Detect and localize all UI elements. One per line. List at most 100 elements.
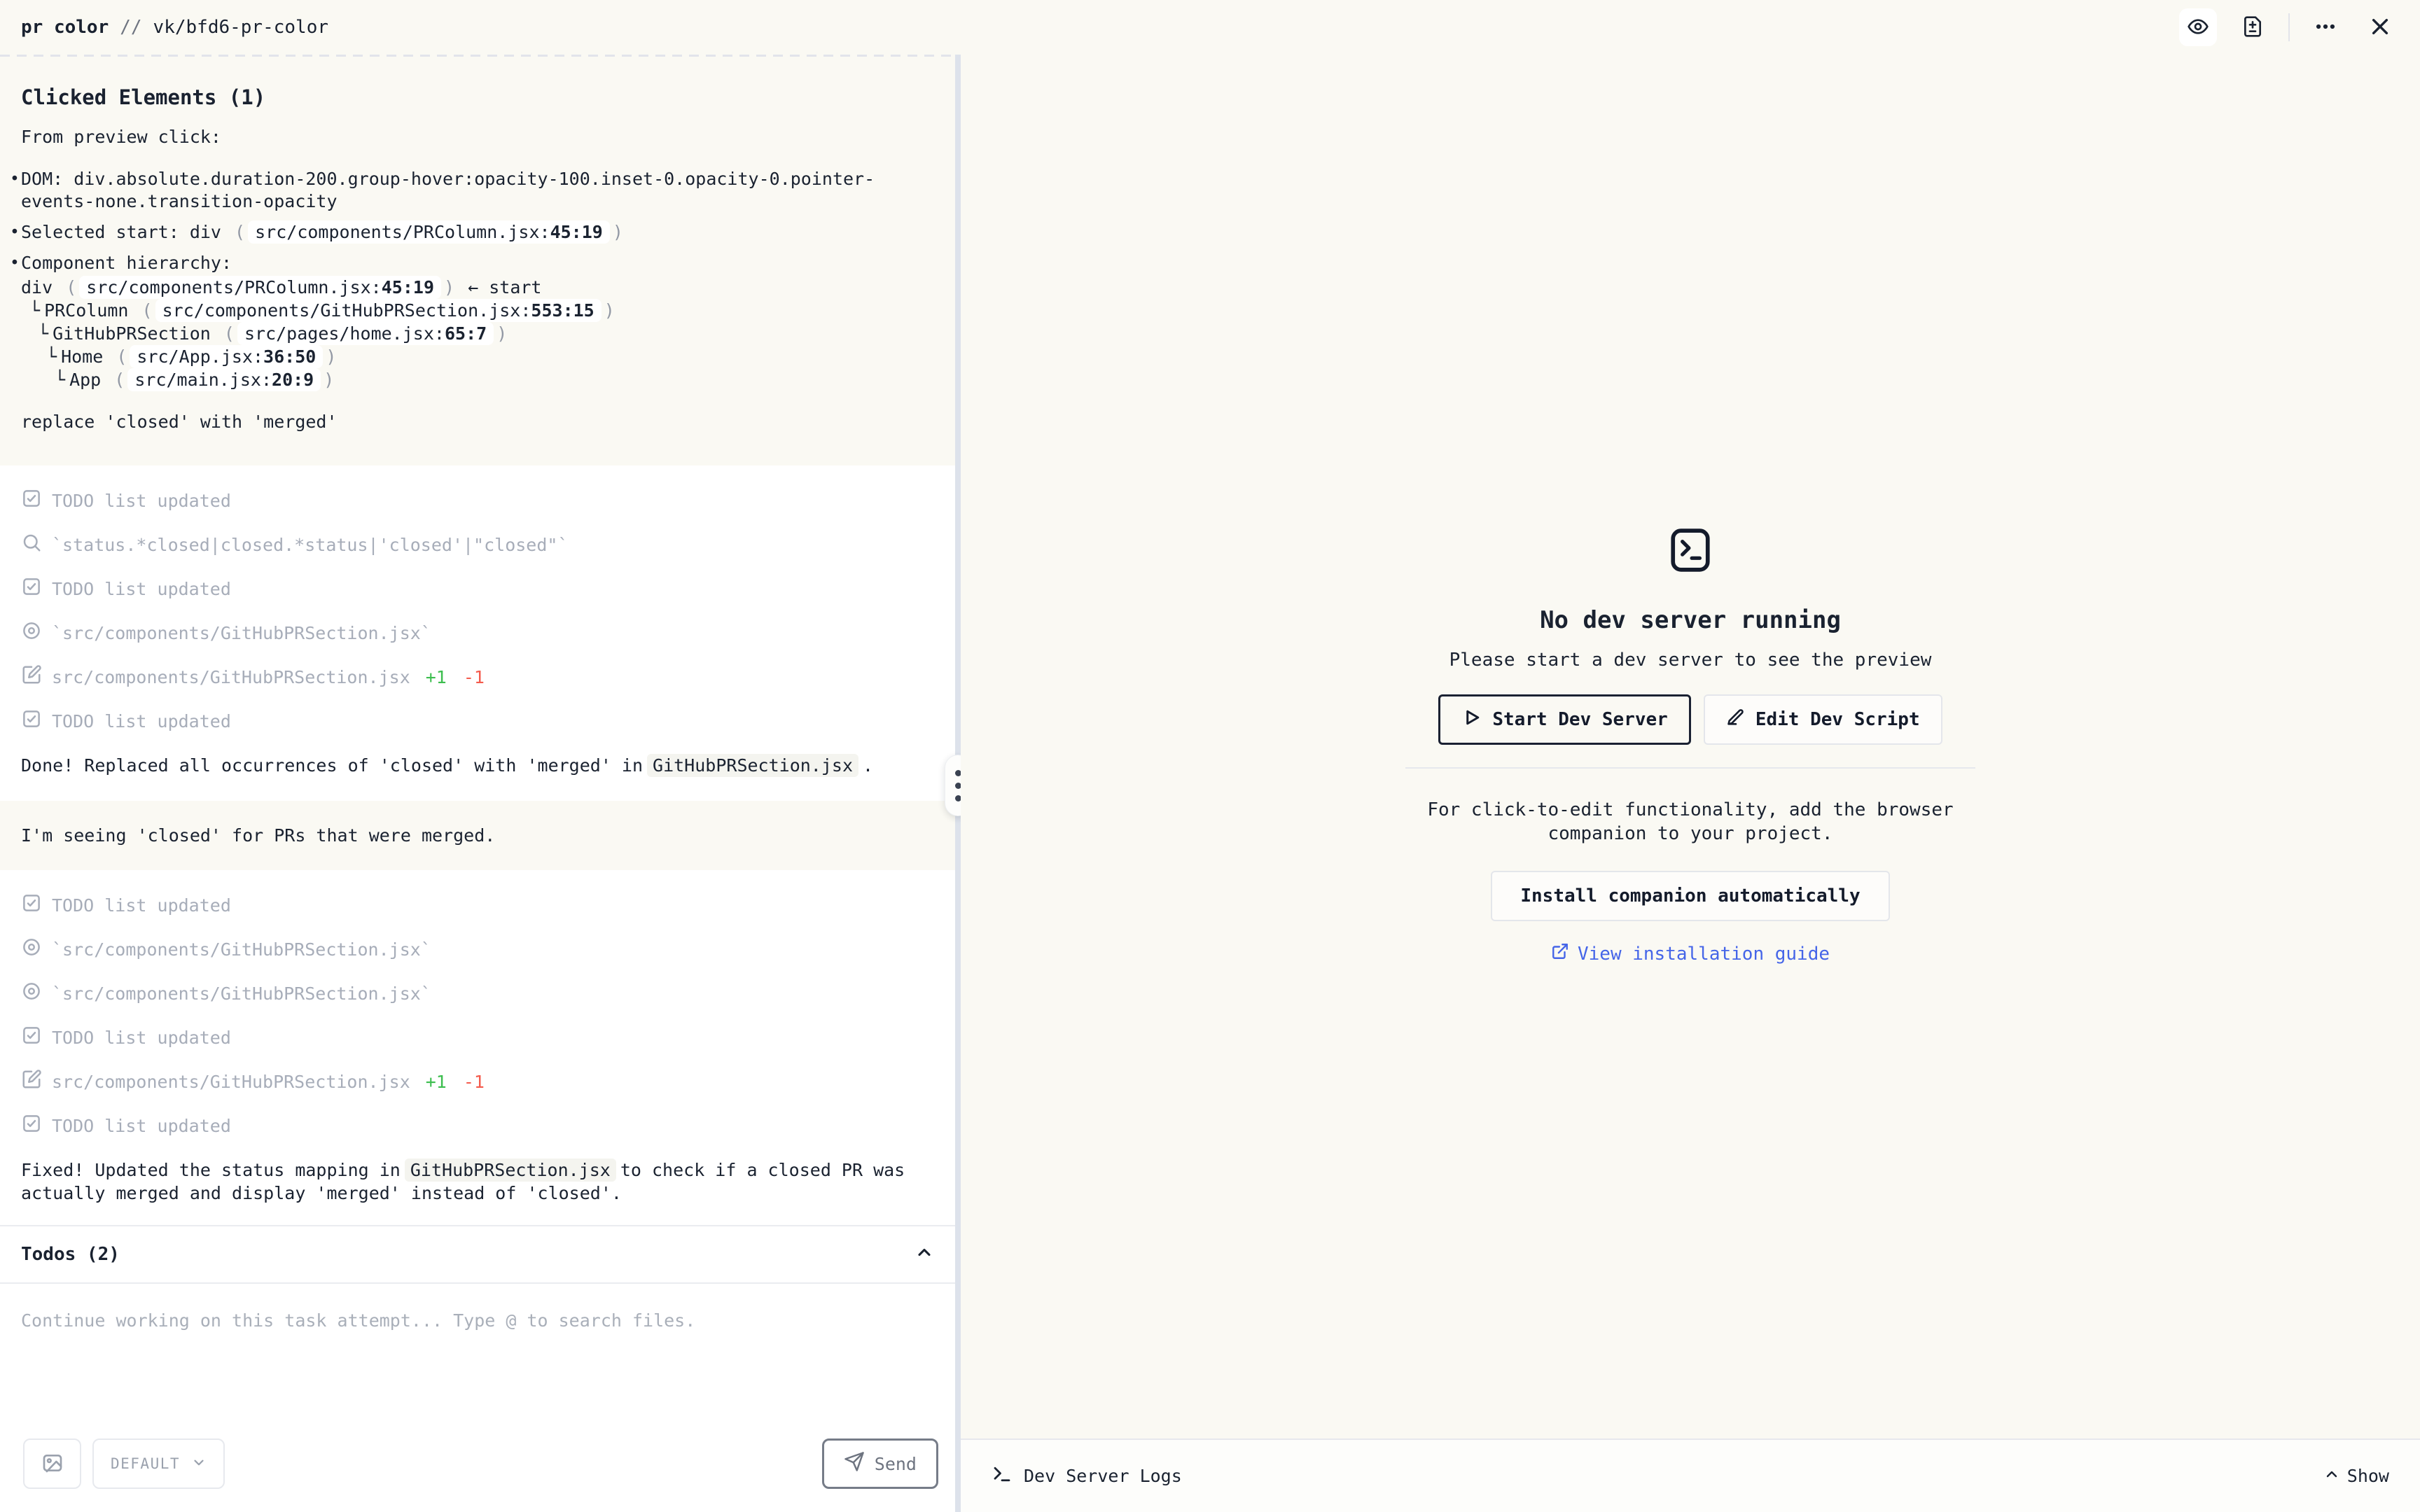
model-selector[interactable]: DEFAULT (92, 1438, 225, 1489)
open-paren: ( (235, 222, 246, 242)
edit-pencil-icon (21, 1069, 42, 1094)
assistant-reply: Done! Replaced all occurrences of 'close… (21, 754, 934, 777)
file-path-chip[interactable]: src/components/PRColumn.jsx:45:19 (79, 276, 441, 299)
file-path: src/App.jsx (137, 346, 253, 367)
terminal-icon (1670, 528, 1711, 577)
top-bar: pr color // vk/bfd6-pr-color (0, 0, 2420, 57)
todo-updated-row[interactable]: TODO list updated (21, 489, 934, 512)
dom-selector-text: DOM: div.absolute.duration-200.group-hov… (21, 169, 875, 211)
clicked-elements-list: DOM: div.absolute.duration-200.group-hov… (10, 168, 934, 391)
file-read-row[interactable]: `src/components/GitHubPRSection.jsx` (21, 622, 934, 644)
composer-input[interactable] (21, 1310, 934, 1401)
dev-server-logs-label: Dev Server Logs (1024, 1466, 1182, 1486)
no-dev-server-state: No dev server running Please start a dev… (1405, 528, 1975, 965)
file-path-chip[interactable]: src/main.jsx:20:9 (127, 368, 321, 391)
chevron-up-icon (915, 1242, 934, 1266)
todo-updated-row[interactable]: TODO list updated (21, 1114, 934, 1137)
more-menu-button[interactable] (2307, 8, 2344, 46)
tree-branch-glyph: └ (46, 346, 57, 367)
dev-server-logs-bar: Dev Server Logs Show (961, 1438, 2420, 1512)
installation-guide-link[interactable]: View installation guide (1551, 942, 1830, 965)
diff-added-count: +1 (425, 666, 447, 687)
todo-updated-row[interactable]: TODO list updated (21, 894, 934, 916)
panel-divider[interactable] (945, 55, 971, 1512)
model-name: DEFAULT (111, 1455, 181, 1472)
toolbar-divider (2288, 13, 2290, 41)
grep-search-row[interactable]: `status.*closed|closed.*status|'closed'|… (21, 533, 934, 556)
close-button[interactable] (2361, 8, 2399, 46)
edit-pencil-icon (21, 664, 42, 690)
show-logs-button[interactable]: Show (2323, 1466, 2389, 1487)
ellipsis-icon (2314, 15, 2337, 41)
file-path-chip[interactable]: src/pages/home.jsx:65:7 (237, 322, 494, 345)
chevron-up-icon (2323, 1466, 2340, 1487)
close-paren: ) (324, 370, 335, 390)
component-name: Home (61, 346, 104, 367)
event-text: TODO list updated (52, 1027, 231, 1048)
file-path-chip[interactable]: src/components/GitHubPRSection.jsx:553:1… (155, 299, 601, 322)
tree-row: div (src/components/PRColumn.jsx:45:19) … (21, 276, 934, 299)
install-companion-button[interactable]: Install companion automatically (1491, 871, 1890, 921)
event-text: TODO list updated (52, 490, 231, 511)
todo-updated-row[interactable]: TODO list updated (21, 578, 934, 600)
file-path: src/components/PRColumn.jsx (86, 277, 371, 298)
app-window: pr color // vk/bfd6-pr-color Clicked Ele… (0, 0, 2420, 1512)
edit-dev-script-button[interactable]: Edit Dev Script (1703, 694, 1942, 745)
event-text: `src/components/GitHubPRSection.jsx` (52, 983, 431, 1004)
component-name: div (21, 277, 53, 298)
diff-view-button[interactable] (2234, 8, 2272, 46)
read-target-icon (21, 937, 42, 962)
file-path-chip[interactable]: src/components/PRColumn.jsx:45:19 (248, 220, 610, 244)
todos-collapse-bar[interactable]: Todos (2) (0, 1225, 955, 1284)
event-text: `src/components/GitHubPRSection.jsx` (52, 939, 431, 960)
todo-updated-row[interactable]: TODO list updated (21, 710, 934, 732)
file-diff-icon (2241, 15, 2264, 40)
read-target-icon (21, 981, 42, 1006)
tree-row: └ GitHubPRSection (src/pages/home.jsx:65:… (21, 322, 934, 345)
user-message-text: I'm seeing 'closed' for PRs that were me… (21, 825, 496, 846)
read-target-icon (21, 620, 42, 645)
user-message-clicked-elements: Clicked Elements (1) From preview click:… (0, 55, 955, 465)
assistant-events-2: TODO list updated `src/components/GitHub… (0, 870, 955, 1225)
assistant-reply: Fixed! Updated the status mapping in GitH… (21, 1158, 934, 1205)
checkbox-check-icon (21, 892, 42, 918)
file-edit-row[interactable]: src/components/GitHubPRSection.jsx +1 -1 (21, 1070, 934, 1093)
file-path-chip[interactable]: src/App.jsx:36:50 (130, 345, 324, 368)
todo-updated-row[interactable]: TODO list updated (21, 1026, 934, 1049)
main-split: Clicked Elements (1) From preview click:… (0, 55, 2420, 1512)
file-edit-row[interactable]: src/components/GitHubPRSection.jsx +1 -1 (21, 664, 934, 690)
event-text: TODO list updated (52, 710, 231, 732)
close-paren: ) (496, 323, 508, 344)
open-paren: ( (66, 277, 77, 298)
event-text: src/components/GitHubPRSection.jsx (52, 1071, 410, 1092)
chat-panel: Clicked Elements (1) From preview click:… (0, 55, 955, 1512)
checkbox-check-icon (21, 708, 42, 734)
event-text: src/components/GitHubPRSection.jsx (52, 666, 410, 687)
reply-text: . (863, 755, 874, 776)
file-read-row[interactable]: `src/components/GitHubPRSection.jsx` (21, 938, 934, 960)
component-name: GitHubPRSection (53, 323, 211, 344)
start-dev-server-button[interactable]: Start Dev Server (1438, 694, 1691, 745)
diff-added-count: +1 (425, 1071, 447, 1092)
open-paren: ( (116, 346, 127, 367)
image-icon (41, 1452, 64, 1476)
attach-image-button[interactable] (23, 1438, 81, 1489)
reply-text: Done! Replaced all occurrences of 'close… (21, 755, 644, 776)
preview-subtitle: Please start a dev server to see the pre… (1449, 650, 1932, 671)
file-chip[interactable]: GitHubPRSection.jsx (404, 1158, 616, 1182)
event-text: TODO list updated (52, 578, 231, 599)
checkbox-check-icon (21, 576, 42, 601)
file-read-row[interactable]: `src/components/GitHubPRSection.jsx` (21, 982, 934, 1004)
file-chip[interactable]: GitHubPRSection.jsx (647, 754, 859, 777)
diff-removed-count: -1 (463, 1071, 485, 1092)
preview-toggle-button[interactable] (2179, 8, 2217, 46)
event-text: `status.*closed|closed.*status|'closed'|… (52, 534, 569, 555)
composer-controls: DEFAULT Send (23, 1438, 938, 1489)
open-paren: ( (114, 370, 125, 390)
selected-start-label: Selected start: div (21, 222, 221, 242)
send-button[interactable]: Send (821, 1438, 938, 1489)
clicked-elements-intro: From preview click: (21, 127, 221, 147)
tree-row: └ Home (src/App.jsx:36:50) (21, 345, 934, 368)
top-bar-actions (2179, 8, 2399, 46)
checkbox-check-icon (21, 1113, 42, 1138)
